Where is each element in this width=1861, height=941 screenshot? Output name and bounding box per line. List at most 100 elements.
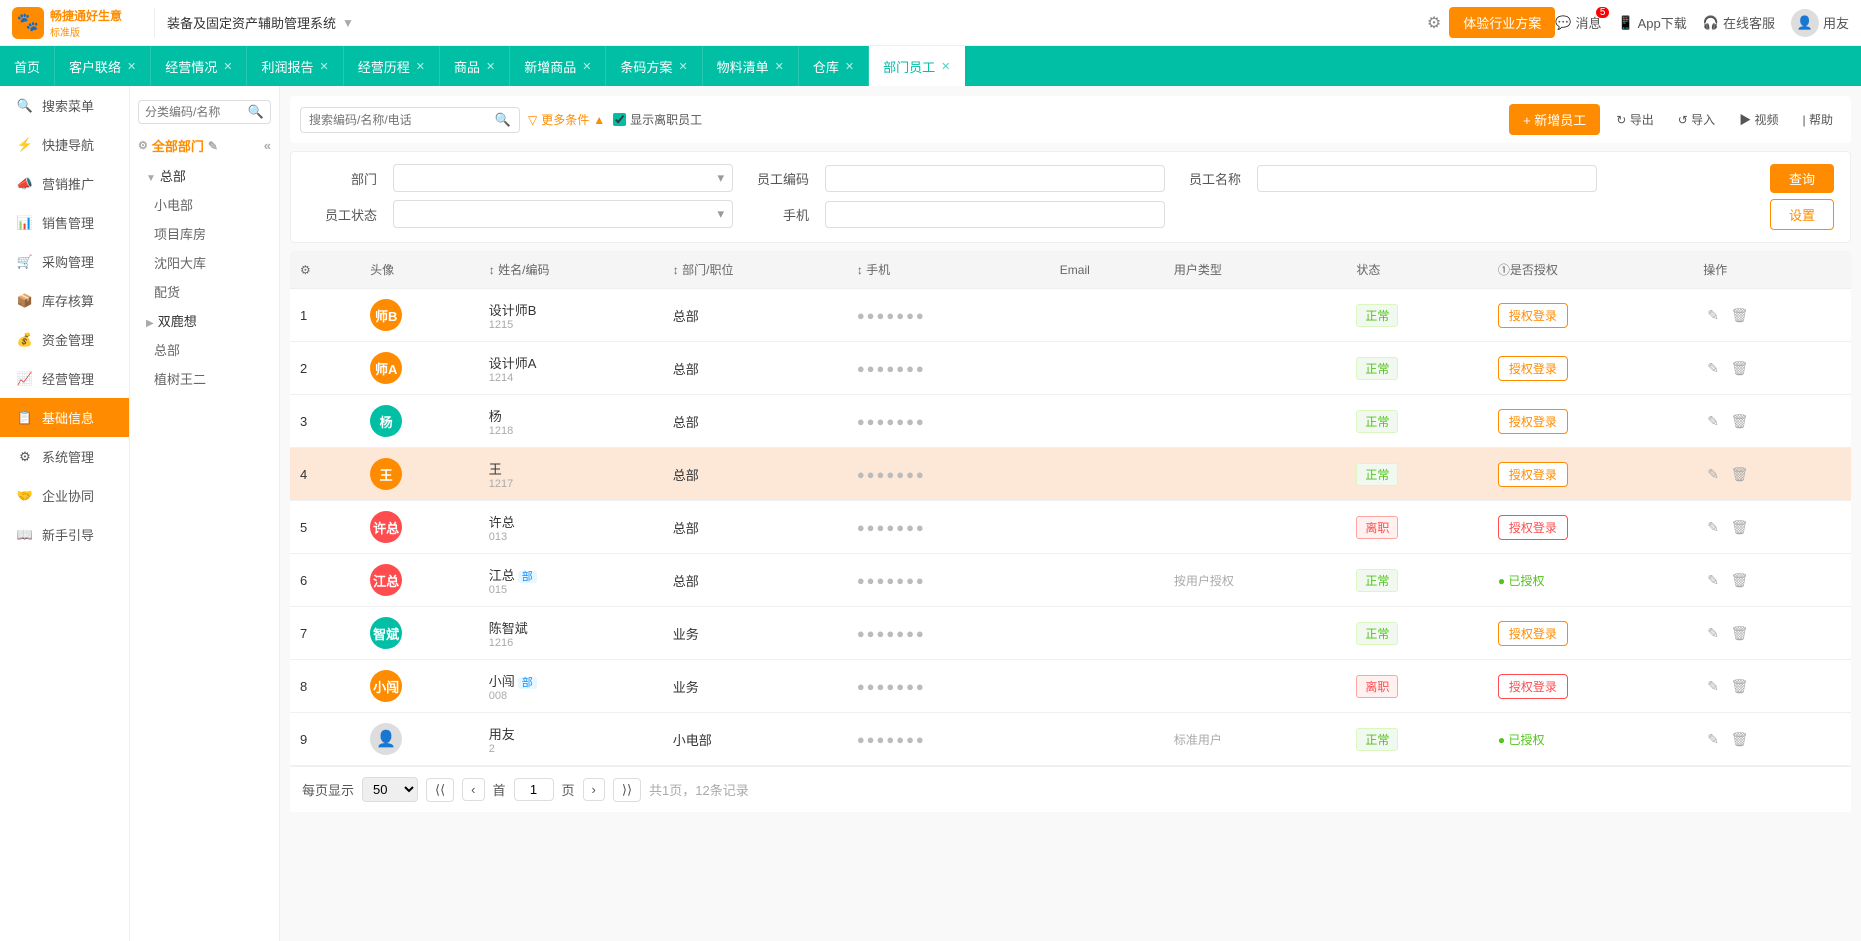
sidebar-item-system[interactable]: ⚙ 系统管理 (0, 437, 129, 476)
set-button[interactable]: 设置 (1770, 199, 1834, 230)
per-page-select[interactable]: 50 20 100 (362, 777, 418, 802)
edit-button[interactable]: ✎ (1703, 570, 1723, 591)
tree-node-project[interactable]: 项目库房 (130, 219, 279, 248)
tab-add-goods[interactable]: 新增商品 ✕ (510, 46, 606, 86)
tree-node-zhishu[interactable]: 植树王二 (130, 364, 279, 393)
email-cell (1050, 501, 1164, 554)
pagination: 每页显示 50 20 100 ⟨⟨ ‹ 首 页 › ⟩⟩ 共1页，12条记录 (290, 766, 1851, 812)
trial-button[interactable]: 体验行业方案 (1449, 7, 1555, 38)
delete-button[interactable]: 🗑 (1727, 411, 1753, 432)
delete-button[interactable]: 🗑 (1727, 729, 1753, 750)
avatar: 许总 (370, 511, 402, 543)
delete-button[interactable]: 🗑 (1727, 517, 1753, 538)
sidebar-item-finance[interactable]: 💰 资金管理 (0, 320, 129, 359)
auth-button[interactable]: 授权登录 (1498, 303, 1568, 328)
tab-customer[interactable]: 客户联络 ✕ (55, 46, 151, 86)
tree-edit-icon[interactable]: ✎ (208, 139, 218, 153)
emp-code-input[interactable] (825, 165, 1165, 192)
tree-node-shuanglu[interactable]: ▶双鹿想 (130, 306, 279, 335)
message-button[interactable]: 💬 5 消息 (1555, 13, 1601, 32)
delete-button[interactable]: 🗑 (1727, 623, 1753, 644)
edit-button[interactable]: ✎ (1703, 411, 1723, 432)
auth-button[interactable]: 授权登录 (1498, 462, 1568, 487)
tree-node-zongbu[interactable]: ▼总部 (130, 161, 279, 190)
app-download-button[interactable]: 📱 App下载 (1617, 13, 1686, 32)
gear-button[interactable]: ⚙ (1419, 13, 1449, 33)
tree-node-xiaodian[interactable]: 小电部 (130, 190, 279, 219)
ops-cell: ✎ 🗑 (1693, 395, 1851, 448)
edit-button[interactable]: ✎ (1703, 358, 1723, 379)
filter-more-btn[interactable]: ▽ 更多条件 ▲ (528, 111, 605, 128)
edit-button[interactable]: ✎ (1703, 517, 1723, 538)
tab-home[interactable]: 首页 (0, 46, 55, 86)
tab-employees[interactable]: 部门员工 ✕ (869, 46, 965, 86)
query-button[interactable]: 查询 (1770, 164, 1834, 193)
last-page-btn[interactable]: ⟩⟩ (613, 778, 641, 802)
user-avatar[interactable]: 👤 用友 (1791, 9, 1849, 37)
online-service-button[interactable]: 🎧 在线客服 (1703, 13, 1775, 32)
tree-collapse-btn[interactable]: « (264, 138, 271, 153)
auth-button[interactable]: 授权登录 (1498, 515, 1568, 540)
first-page-btn[interactable]: ⟨⟨ (426, 778, 454, 802)
phone-input[interactable] (825, 201, 1165, 228)
col-settings[interactable]: ⚙ (290, 251, 360, 289)
export-button[interactable]: ↻ 导出 (1608, 107, 1661, 132)
tree-node-peihuo[interactable]: 配货 (130, 277, 279, 306)
import-button[interactable]: ↺ 导入 (1670, 107, 1723, 132)
email-cell (1050, 713, 1164, 766)
next-page-btn[interactable]: › (583, 778, 605, 801)
search-box[interactable]: 🔍 (300, 107, 520, 133)
sidebar-item-search[interactable]: 🔍 搜索菜单 (0, 86, 129, 125)
status-select[interactable]: ▾ (393, 200, 733, 228)
tree-search-input[interactable] (145, 105, 248, 119)
sidebar-item-purchase[interactable]: 🛒 采购管理 (0, 242, 129, 281)
tab-profit[interactable]: 利润报告 ✕ (247, 46, 343, 86)
sidebar-item-sales[interactable]: 📊 销售管理 (0, 203, 129, 242)
tab-operation[interactable]: 经营情况 ✕ (151, 46, 247, 86)
auth-button[interactable]: 授权登录 (1498, 409, 1568, 434)
tab-history[interactable]: 经营历程 ✕ (344, 46, 440, 86)
sidebar-item-business[interactable]: 📈 经营管理 (0, 359, 129, 398)
tab-warehouse[interactable]: 仓库 ✕ (799, 46, 869, 86)
page-number-input[interactable] (514, 778, 554, 801)
search-input[interactable] (309, 113, 491, 127)
tree-node-shenyang[interactable]: 沈阳大库 (130, 248, 279, 277)
col-dept[interactable]: ↕ 部门/职位 (663, 251, 847, 289)
dept-select[interactable]: ▾ (393, 164, 733, 192)
sidebar-item-quicknav[interactable]: ⚡ 快捷导航 (0, 125, 129, 164)
view-button[interactable]: ▶ 视频 (1731, 107, 1786, 132)
edit-button[interactable]: ✎ (1703, 464, 1723, 485)
prev-page-btn[interactable]: ‹ (462, 778, 484, 801)
show-resigned-label[interactable]: 显示离职员工 (613, 111, 702, 128)
table-row: 9 👤 用友 2 小电部 ●●●●●●● 标准用户 正常 已授权 ✎ 🗑 (290, 713, 1851, 766)
sidebar-item-basic[interactable]: 📋 基础信息 (0, 398, 129, 437)
delete-button[interactable]: 🗑 (1727, 676, 1753, 697)
edit-button[interactable]: ✎ (1703, 729, 1723, 750)
delete-button[interactable]: 🗑 (1727, 305, 1753, 326)
delete-button[interactable]: 🗑 (1727, 570, 1753, 591)
col-phone[interactable]: ↕ 手机 (847, 251, 1050, 289)
edit-button[interactable]: ✎ (1703, 305, 1723, 326)
tree-node-zongbu2[interactable]: 总部 (130, 335, 279, 364)
add-employee-button[interactable]: + 新增员工 (1509, 104, 1600, 135)
col-name[interactable]: ↕ 姓名/编码 (479, 251, 663, 289)
tab-goods[interactable]: 商品 ✕ (440, 46, 510, 86)
auth-button[interactable]: 授权登录 (1498, 621, 1568, 646)
delete-button[interactable]: 🗑 (1727, 464, 1753, 485)
edit-button[interactable]: ✎ (1703, 676, 1723, 697)
tab-bom[interactable]: 物料清单 ✕ (703, 46, 799, 86)
sidebar-item-inventory[interactable]: 📦 库存核算 (0, 281, 129, 320)
sidebar-item-marketing[interactable]: 📣 营销推广 (0, 164, 129, 203)
auth-button[interactable]: 授权登录 (1498, 674, 1568, 699)
tab-barcode[interactable]: 条码方案 ✕ (606, 46, 702, 86)
auth-button[interactable]: 授权登录 (1498, 356, 1568, 381)
edit-button[interactable]: ✎ (1703, 623, 1723, 644)
sidebar-item-collab[interactable]: 🤝 企业协同 (0, 476, 129, 515)
help-button[interactable]: | 帮助 (1795, 107, 1841, 132)
avatar-cell: 智斌 (360, 607, 479, 660)
sidebar-item-guide[interactable]: 📖 新手引导 (0, 515, 129, 554)
tree-search-box[interactable]: 🔍 (138, 100, 271, 124)
show-resigned-checkbox[interactable] (613, 113, 626, 126)
emp-name-input[interactable] (1257, 165, 1597, 192)
delete-button[interactable]: 🗑 (1727, 358, 1753, 379)
